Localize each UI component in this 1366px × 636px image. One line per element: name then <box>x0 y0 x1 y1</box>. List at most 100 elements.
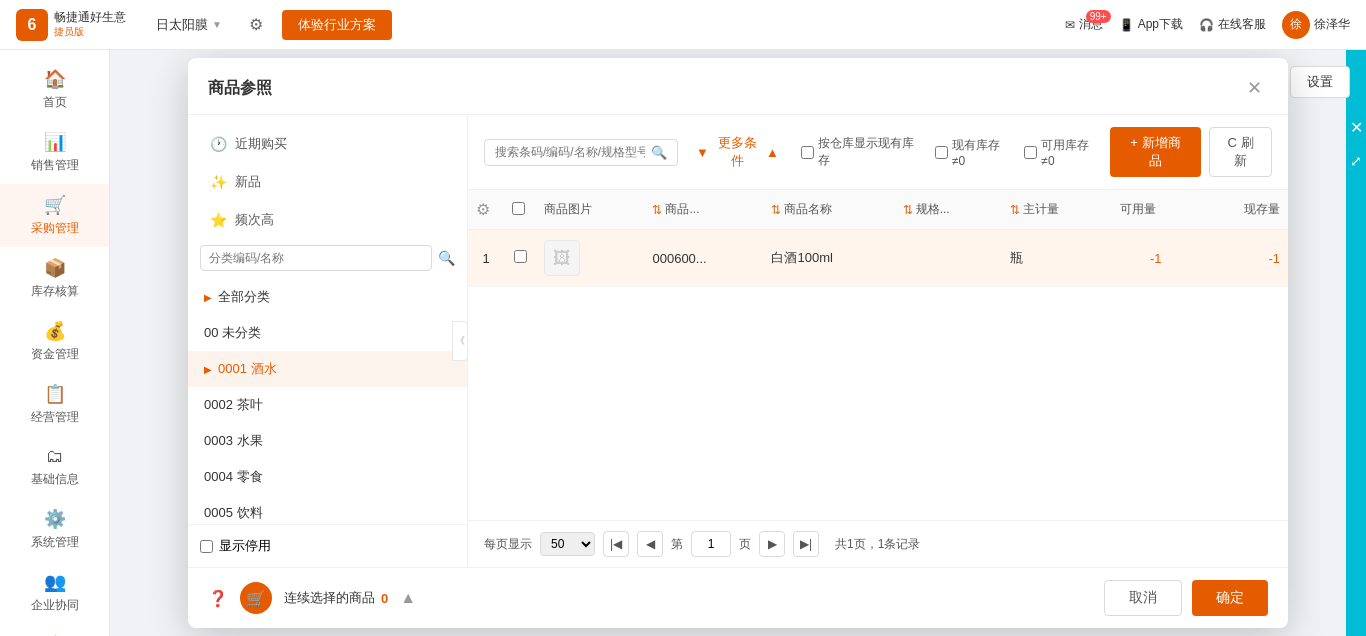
by-warehouse-input[interactable] <box>801 146 814 159</box>
cat-item-0004[interactable]: 0004 零食 <box>188 459 467 495</box>
sidebar-item-sales[interactable]: 📊 销售管理 <box>0 121 109 184</box>
category-collapse-btn[interactable]: 《 <box>452 321 468 361</box>
frequent-label: 频次高 <box>235 211 274 229</box>
cat-0001-arrow: ▶ <box>204 364 212 375</box>
cat-item-0001[interactable]: ▶ 0001 酒水 <box>188 351 467 387</box>
app-label: App下载 <box>1138 16 1183 33</box>
quick-tab-frequent[interactable]: ⭐ 频次高 <box>200 203 455 237</box>
col-available: 可用量 <box>1112 190 1200 230</box>
sort-icon-unit: ⇅ <box>1010 203 1020 217</box>
nav-right: ✉ 消息 99+ 📱 App下载 🎧 在线客服 徐 徐泽华 <box>1065 11 1350 39</box>
sidebar-item-guide[interactable]: 🌟 新手引导 <box>0 624 109 636</box>
col-spec[interactable]: ⇅ 规格... <box>895 190 1002 230</box>
usable-input[interactable] <box>1024 146 1037 159</box>
user-avatar[interactable]: 徐 徐泽华 <box>1282 11 1350 39</box>
service-icon: 🎧 <box>1199 18 1214 32</box>
new-icon: ✨ <box>210 174 227 190</box>
sidebar-item-inventory[interactable]: 📦 库存核算 <box>0 247 109 310</box>
page-label-suffix: 页 <box>739 536 751 553</box>
sidebar-item-finance[interactable]: 💰 资金管理 <box>0 310 109 373</box>
recent-label: 近期购买 <box>235 135 287 153</box>
online-service-btn[interactable]: 🎧 在线客服 <box>1199 16 1266 33</box>
page-input[interactable] <box>691 531 731 557</box>
sidebar-label-system: 系统管理 <box>31 534 79 551</box>
refresh-button[interactable]: C 刷新 <box>1209 127 1272 177</box>
table-row[interactable]: 1 🖼 <box>468 230 1288 287</box>
purchase-icon: 🛒 <box>44 194 66 216</box>
sidebar-item-purchase[interactable]: 🛒 采购管理 <box>0 184 109 247</box>
app-download-btn[interactable]: 📱 App下载 <box>1119 16 1183 33</box>
up-arrow-icon[interactable]: ▲ <box>400 589 416 607</box>
col-unit[interactable]: ⇅ 主计量 <box>1002 190 1112 230</box>
col-code[interactable]: ⇅ 商品... <box>644 190 763 230</box>
row-name: 白酒100ml <box>763 230 894 287</box>
message-icon: ✉ <box>1065 18 1075 32</box>
logo-text-wrap: 畅捷通好生意 捷员版 <box>54 10 126 40</box>
service-label: 在线客服 <box>1218 16 1266 33</box>
sidebar-item-enterprise[interactable]: 👥 企业协同 <box>0 561 109 624</box>
sidebar-item-basics[interactable]: 🗂 基础信息 <box>0 436 109 498</box>
quick-tab-recent[interactable]: 🕐 近期购买 <box>200 127 455 161</box>
store-selector[interactable]: 日太阳膜 ▼ <box>148 16 230 34</box>
row-checkbox-cell <box>504 230 536 287</box>
logo-sub: 捷员版 <box>54 25 126 39</box>
frequent-icon: ⭐ <box>210 212 227 228</box>
show-disabled-checkbox[interactable] <box>200 540 213 553</box>
cat-item-all[interactable]: ▶ 全部分类 <box>188 279 467 315</box>
search-icon[interactable]: 🔍 <box>651 145 667 160</box>
app-icon: 📱 <box>1119 18 1134 32</box>
checkbox-available[interactable]: 现有库存≠0 <box>935 137 1010 168</box>
cat-all-label: 全部分类 <box>218 288 270 306</box>
sidebar-label-inventory: 库存核算 <box>31 283 79 300</box>
col-name[interactable]: ⇅ 商品名称 <box>763 190 894 230</box>
page-last-btn[interactable]: ▶| <box>793 531 819 557</box>
category-list: ▶ 全部分类 00 未分类 ▶ 0001 酒水 0002 茶 <box>188 279 467 524</box>
page-first-btn[interactable]: |◀ <box>603 531 629 557</box>
search-toolbar: 🔍 ▼ 更多条件 ▲ 按仓库显示现有库存 <box>468 115 1288 190</box>
checkbox-usable[interactable]: 可用库存≠0 <box>1024 137 1099 168</box>
category-search-input[interactable] <box>200 245 432 271</box>
finance-icon: 💰 <box>44 320 66 342</box>
add-product-button[interactable]: + 新增商品 <box>1110 127 1202 177</box>
sidebar-item-system[interactable]: ⚙️ 系统管理 <box>0 498 109 561</box>
sales-icon: 📊 <box>44 131 66 153</box>
confirm-button[interactable]: 确定 <box>1192 580 1268 616</box>
sidebar-item-home[interactable]: 🏠 首页 <box>0 58 109 121</box>
cancel-button[interactable]: 取消 <box>1104 580 1182 616</box>
cat-item-0003[interactable]: 0003 水果 <box>188 423 467 459</box>
cat-0005-label: 0005 饮料 <box>204 504 263 522</box>
trial-button[interactable]: 体验行业方案 <box>282 10 392 40</box>
store-name: 日太阳膜 <box>156 16 208 34</box>
cat-item-0002[interactable]: 0002 茶叶 <box>188 387 467 423</box>
modal-close-button[interactable]: ✕ <box>1240 74 1268 102</box>
cat-item-00[interactable]: 00 未分类 <box>188 315 467 351</box>
filter-label: 更多条件 <box>713 134 762 170</box>
checkbox-by-warehouse[interactable]: 按仓库显示现有库存 <box>801 135 921 169</box>
help-icon[interactable]: ❓ <box>208 589 228 608</box>
search-input-wrap: 🔍 <box>484 139 678 166</box>
page-word: 第 <box>671 536 683 553</box>
cat-0004-label: 0004 零食 <box>204 468 263 486</box>
quick-tab-new[interactable]: ✨ 新品 <box>200 165 455 199</box>
recent-icon: 🕐 <box>210 136 227 152</box>
page-prev-btn[interactable]: ◀ <box>637 531 663 557</box>
more-filter-button[interactable]: ▼ 更多条件 ▲ <box>688 130 787 174</box>
cat-0001-label: 0001 酒水 <box>218 360 277 378</box>
page-size-select[interactable]: 50 20 100 <box>540 532 595 556</box>
sidebar-item-operations[interactable]: 📋 经营管理 <box>0 373 109 436</box>
toolbar-right-btns: + 新增商品 C 刷新 <box>1110 127 1272 177</box>
sort-icon-code: ⇅ <box>652 203 662 217</box>
cat-item-0005[interactable]: 0005 饮料 <box>188 495 467 524</box>
settings-icon[interactable]: ⚙ <box>242 11 270 39</box>
new-label: 新品 <box>235 173 261 191</box>
messages-btn[interactable]: ✉ 消息 99+ <box>1065 16 1103 33</box>
select-all-checkbox[interactable] <box>512 202 525 215</box>
col-settings-icon[interactable]: ⚙ <box>476 201 490 218</box>
pagination-bar: 每页显示 50 20 100 |◀ ◀ 第 页 ▶ <box>468 520 1288 567</box>
operations-icon: 📋 <box>44 383 66 405</box>
search-input[interactable] <box>495 145 645 159</box>
available-input[interactable] <box>935 146 948 159</box>
row-checkbox[interactable] <box>514 250 527 263</box>
cat-search-icon[interactable]: 🔍 <box>438 250 455 266</box>
page-next-btn[interactable]: ▶ <box>759 531 785 557</box>
